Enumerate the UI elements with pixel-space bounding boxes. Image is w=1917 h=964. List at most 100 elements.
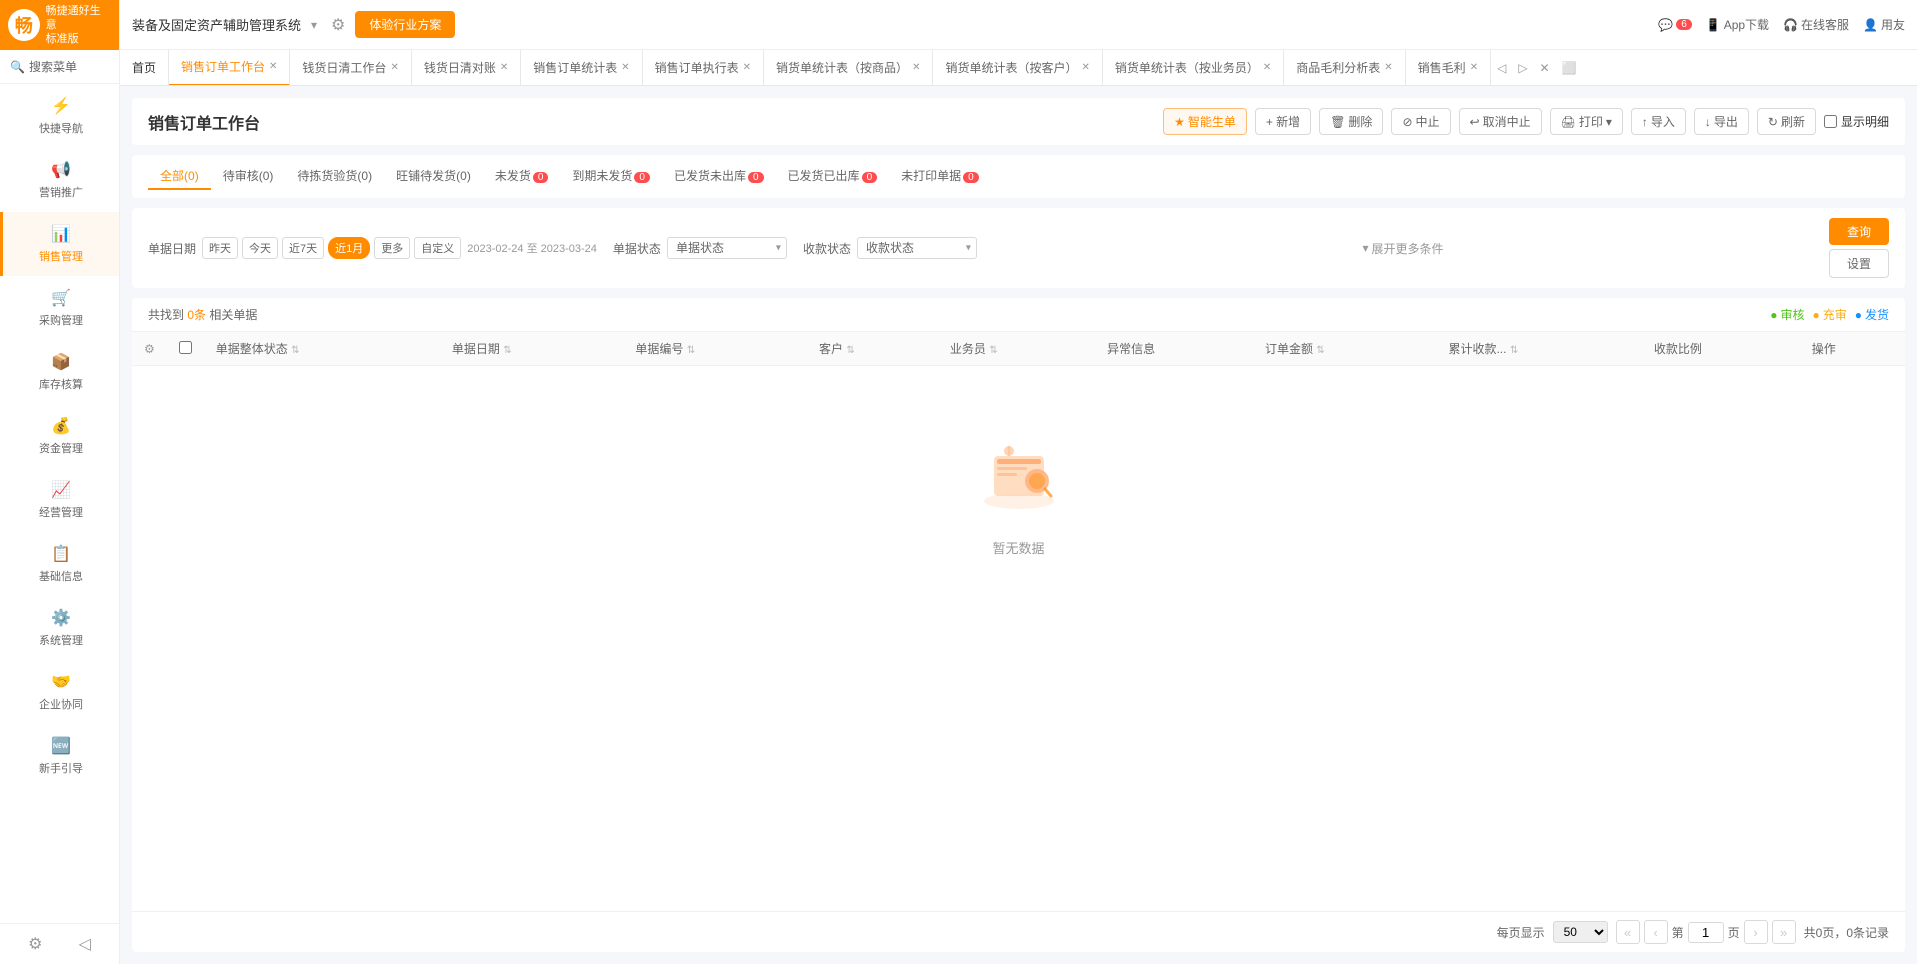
export-btn[interactable]: ↓ 导出	[1694, 108, 1749, 135]
sidebar-item-guide[interactable]: 🆕 新手引导	[0, 724, 119, 788]
tab-fullscreen[interactable]: ⬜	[1556, 61, 1583, 75]
sort-staff-icon[interactable]: ⇅	[989, 345, 997, 356]
page-next-btn[interactable]: ›	[1744, 920, 1768, 944]
tab-close-cash-reconcile[interactable]: ✕	[500, 62, 508, 73]
tab-close-cash-daily[interactable]: ✕	[390, 62, 398, 73]
subtab-pending-inspect[interactable]: 待拣货验货(0)	[285, 163, 384, 190]
payment-select[interactable]: 收款状态	[857, 237, 977, 259]
sidebar-search[interactable]: 🔍 搜索菜单	[0, 50, 119, 84]
tab-sales-stats[interactable]: 销售订单统计表 ✕	[521, 50, 642, 86]
tab-close-sales-summary-staff[interactable]: ✕	[1263, 62, 1271, 73]
online-service-btn[interactable]: 🎧 在线客服	[1783, 16, 1849, 33]
page-size-select[interactable]: 50 10 20 100	[1553, 921, 1608, 943]
tab-nav-prev[interactable]: ◁	[1491, 61, 1512, 75]
table-toolbar: 共找到 0条 相关单据 ● 审核 ● 充审 ● 发货	[132, 298, 1905, 332]
smart-gen-btn[interactable]: ★ 智能生单	[1163, 108, 1247, 135]
col-settings[interactable]: ⚙	[132, 332, 167, 366]
tab-close-sales-workbench[interactable]: ✕	[269, 61, 277, 72]
tab-close-sales-stats[interactable]: ✕	[621, 62, 629, 73]
add-btn[interactable]: + 新增	[1255, 108, 1311, 135]
sidebar-item-finance[interactable]: 💰 资金管理	[0, 404, 119, 468]
refresh-btn[interactable]: ↻ 刷新	[1757, 108, 1816, 135]
sort-amount-icon[interactable]: ⇅	[1316, 345, 1324, 356]
tab-cash-reconcile[interactable]: 钱货日清对账 ✕	[412, 50, 521, 86]
cancel-stop-btn[interactable]: ↩ 取消中止	[1459, 108, 1542, 135]
sidebar-settings-btn[interactable]: ⚙	[28, 934, 42, 954]
user-btn[interactable]: 👤 用友	[1863, 16, 1905, 33]
expand-conditions-btn[interactable]: ▾ 展开更多条件	[1362, 240, 1443, 257]
date-btn-7days[interactable]: 近7天	[282, 237, 324, 259]
date-btn-custom[interactable]: 自定义	[414, 237, 461, 259]
revoke-action-btn[interactable]: ● 充审	[1812, 306, 1846, 323]
col-checkbox[interactable]	[167, 332, 204, 366]
sort-date-icon[interactable]: ⇅	[503, 345, 511, 356]
sort-customer-icon[interactable]: ⇅	[846, 345, 854, 356]
sidebar-item-basic-info[interactable]: 📋 基础信息	[0, 532, 119, 596]
stop-btn[interactable]: ⊘ 中止	[1391, 108, 1450, 135]
subtab-pending-review[interactable]: 待审核(0)	[211, 163, 286, 190]
show-detail-checkbox[interactable]	[1824, 115, 1837, 128]
app-download-btn[interactable]: 📱 App下载	[1706, 16, 1769, 33]
date-btn-yesterday[interactable]: 昨天	[202, 237, 238, 259]
query-btn[interactable]: 查询	[1829, 218, 1889, 245]
tab-home[interactable]: 首页	[120, 50, 169, 86]
sidebar-item-business[interactable]: 📈 经营管理	[0, 468, 119, 532]
tab-gross-profit[interactable]: 商品毛利分析表 ✕	[1284, 50, 1405, 86]
tab-close-sales-summary-product[interactable]: ✕	[912, 62, 920, 73]
date-btn-today[interactable]: 今天	[242, 237, 278, 259]
page-prev-btn[interactable]: ‹	[1644, 920, 1668, 944]
sidebar-item-sales[interactable]: 📊 销售管理	[0, 212, 119, 276]
tab-sales-summary-staff[interactable]: 销货单统计表（按业务员） ✕	[1103, 50, 1284, 86]
tab-close-all[interactable]: ✕	[1534, 61, 1556, 75]
sidebar-item-enterprise[interactable]: 🤝 企业协同	[0, 660, 119, 724]
topbar-dropdown-icon[interactable]: ▾	[311, 18, 317, 32]
tab-sales-workbench[interactable]: 销售订单工作台 ✕	[169, 50, 290, 86]
subtab-wangpu-pending[interactable]: 旺铺待发货(0)	[384, 163, 483, 190]
import-btn[interactable]: ↑ 导入	[1631, 108, 1686, 135]
sidebar-item-marketing[interactable]: 📢 营销推广	[0, 148, 119, 212]
page-word: 第	[1672, 924, 1684, 941]
print-btn[interactable]: 🖨 打印 ▾	[1550, 108, 1623, 135]
audit-action-btn[interactable]: ● 审核	[1770, 306, 1804, 323]
sort-number-icon[interactable]: ⇅	[687, 345, 695, 356]
sidebar: 畅 畅捷通好生意 标准版 🔍 搜索菜单 ⚡ 快捷导航 📢 营销推广 📊 销售管理…	[0, 0, 120, 964]
delete-btn[interactable]: 🗑 删除	[1319, 108, 1383, 135]
sidebar-item-system[interactable]: ⚙️ 系统管理	[0, 596, 119, 660]
sidebar-collapse-btn[interactable]: ◁	[79, 934, 91, 954]
sidebar-item-quick-nav[interactable]: ⚡ 快捷导航	[0, 84, 119, 148]
subtab-not-printed[interactable]: 未打印单据0	[889, 163, 991, 190]
subtab-all[interactable]: 全部(0)	[148, 163, 211, 190]
page-number-input[interactable]	[1688, 922, 1724, 943]
show-detail-label[interactable]: 显示明细	[1824, 113, 1889, 130]
sort-collected-icon[interactable]: ⇅	[1510, 345, 1518, 356]
tab-nav-next[interactable]: ▷	[1512, 61, 1533, 75]
subtab-shipped-not-stored[interactable]: 已发货未出库0	[662, 163, 776, 190]
topbar-settings-icon[interactable]: ⚙	[331, 15, 345, 35]
tab-sales-profit[interactable]: 销售毛利 ✕	[1406, 50, 1491, 86]
tab-sales-summary-product[interactable]: 销货单统计表（按商品） ✕	[764, 50, 933, 86]
sidebar-item-purchase[interactable]: 🛒 采购管理	[0, 276, 119, 340]
sort-status-icon[interactable]: ⇅	[291, 345, 299, 356]
page-first-btn[interactable]: «	[1616, 920, 1640, 944]
sidebar-item-inventory[interactable]: 📦 库存核算	[0, 340, 119, 404]
tab-cash-daily[interactable]: 钱货日清工作台 ✕	[290, 50, 411, 86]
tab-close-sales-summary-customer[interactable]: ✕	[1081, 62, 1089, 73]
subtab-expired-not-shipped[interactable]: 到期未发货0	[560, 163, 662, 190]
message-btn[interactable]: 💬 6	[1658, 18, 1692, 32]
tab-close-gross-profit[interactable]: ✕	[1384, 62, 1392, 73]
status-select[interactable]: 单据状态	[667, 237, 787, 259]
subtab-not-shipped[interactable]: 未发货0	[483, 163, 561, 190]
tab-close-sales-profit[interactable]: ✕	[1470, 62, 1478, 73]
tab-sales-exec[interactable]: 销售订单执行表 ✕	[643, 50, 764, 86]
date-btn-1month[interactable]: 近1月	[328, 237, 370, 259]
page-last-btn[interactable]: »	[1772, 920, 1796, 944]
experience-btn[interactable]: 体验行业方案	[355, 11, 455, 38]
subtab-shipped-stored[interactable]: 已发货已出库0	[776, 163, 890, 190]
print-dropdown-icon[interactable]: ▾	[1606, 115, 1612, 129]
date-btn-more[interactable]: 更多	[374, 237, 410, 259]
tab-sales-summary-customer[interactable]: 销货单统计表（按客户） ✕	[933, 50, 1102, 86]
tab-close-sales-exec[interactable]: ✕	[743, 62, 751, 73]
filter-settings-btn[interactable]: 设置	[1829, 249, 1889, 278]
ship-action-btn[interactable]: ● 发货	[1855, 306, 1889, 323]
select-all-checkbox[interactable]	[179, 341, 192, 354]
